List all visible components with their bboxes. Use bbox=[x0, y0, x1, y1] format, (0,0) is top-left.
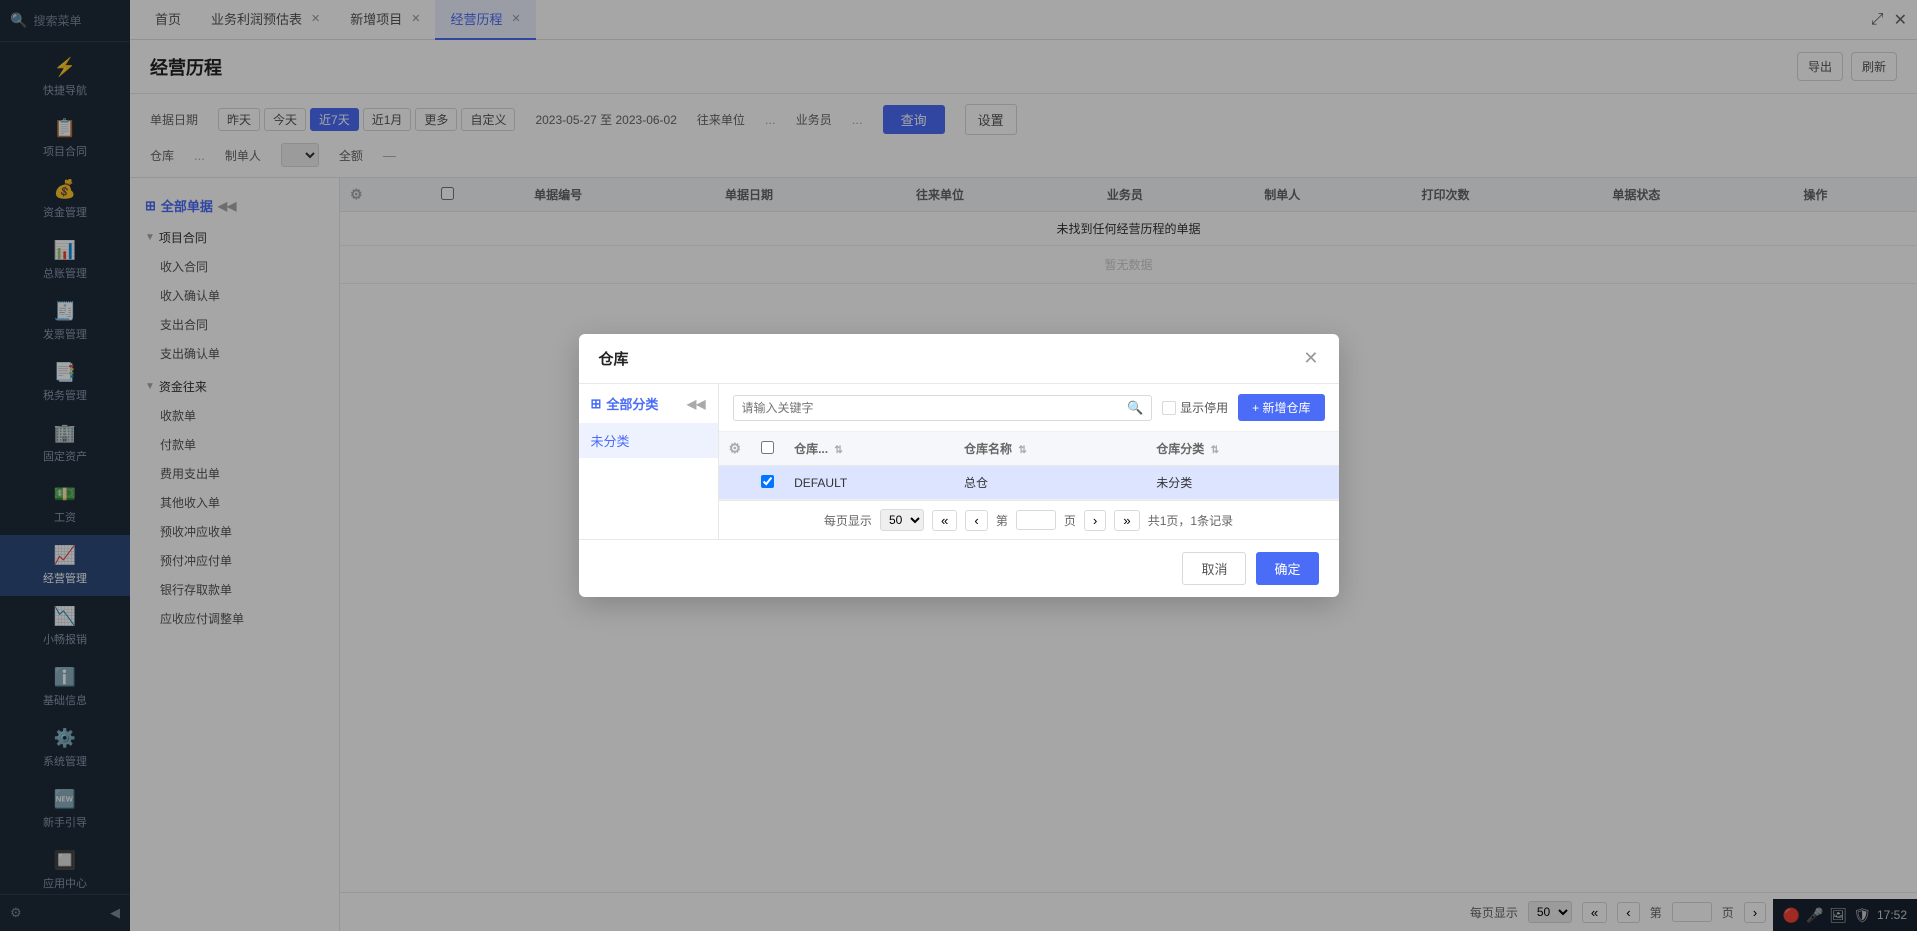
modal-td-gear bbox=[719, 466, 752, 500]
modal-gear-icon[interactable]: ⚙ bbox=[729, 440, 742, 456]
cancel-button[interactable]: 取消 bbox=[1182, 552, 1246, 585]
modal-sidebar: ⊞ 全部分类 ◀◀ 未分类 bbox=[579, 384, 719, 539]
modal-close-button[interactable]: ✕ bbox=[1303, 348, 1318, 369]
modal-td-code: DEFAULT bbox=[784, 466, 954, 500]
modal-table-area: ⚙ 仓库... ⇅ bbox=[719, 432, 1339, 500]
modal-toolbar: 🔍 显示停用 + 新增仓库 bbox=[719, 384, 1339, 432]
modal-sidebar-all-icon: ⊞ bbox=[591, 396, 602, 412]
search-box: 🔍 bbox=[733, 395, 1153, 421]
modal-table: ⚙ 仓库... ⇅ bbox=[719, 432, 1339, 500]
modal-sidebar-uncategorized-label: 未分类 bbox=[591, 434, 630, 449]
modal-body: ⊞ 全部分类 ◀◀ 未分类 🔍 bbox=[579, 384, 1339, 539]
modal-th-category-label: 仓库分类 bbox=[1156, 442, 1204, 456]
modal-row-checkbox[interactable] bbox=[761, 475, 774, 488]
modal-header: 仓库 ✕ bbox=[579, 334, 1339, 384]
modal-th-name-label: 仓库名称 bbox=[964, 442, 1012, 456]
modal-prev-page-btn[interactable]: ‹ bbox=[965, 510, 987, 531]
modal-th-gear: ⚙ bbox=[719, 432, 752, 466]
modal-select-all-checkbox[interactable] bbox=[761, 441, 774, 454]
confirm-button[interactable]: 确定 bbox=[1256, 552, 1318, 585]
modal-content: 🔍 显示停用 + 新增仓库 bbox=[719, 384, 1339, 539]
modal-title: 仓库 bbox=[599, 348, 629, 369]
modal-td-category: 未分类 bbox=[1146, 466, 1338, 500]
modal-sidebar-all-label: 全部分类 bbox=[606, 394, 658, 413]
modal-page-input[interactable]: 1 bbox=[1016, 510, 1056, 530]
modal-sidebar-item-uncategorized[interactable]: 未分类 bbox=[579, 423, 718, 458]
modal-page-size-select[interactable]: 50 bbox=[880, 509, 924, 531]
modal-sidebar-collapse-icon[interactable]: ◀◀ bbox=[687, 397, 705, 411]
modal-footer: 取消 确定 bbox=[579, 539, 1339, 597]
modal-table-header: ⚙ 仓库... ⇅ bbox=[719, 432, 1339, 466]
modal-td-name: 总仓 bbox=[954, 466, 1146, 500]
show-disabled-label: 显示停用 bbox=[1180, 399, 1228, 416]
modal-th-code-label: 仓库... bbox=[794, 442, 828, 456]
search-input[interactable] bbox=[742, 401, 1121, 415]
add-warehouse-button[interactable]: + 新增仓库 bbox=[1238, 394, 1324, 421]
modal-total-text: 共1页，1条记录 bbox=[1148, 512, 1233, 529]
modal-table-row[interactable]: DEFAULT 总仓 未分类 bbox=[719, 466, 1339, 500]
sort-arrows-category[interactable]: ⇅ bbox=[1211, 445, 1219, 456]
modal-warehouse: 仓库 ✕ ⊞ 全部分类 ◀◀ 未分类 bbox=[579, 334, 1339, 597]
sort-arrows-name[interactable]: ⇅ bbox=[1018, 445, 1026, 456]
modal-page-size-label: 每页显示 bbox=[824, 512, 872, 529]
modal-last-page-btn[interactable]: » bbox=[1114, 510, 1139, 531]
modal-page-label: 第 bbox=[996, 512, 1008, 529]
modal-th-checkbox bbox=[751, 432, 784, 466]
modal-first-page-btn[interactable]: « bbox=[932, 510, 957, 531]
modal-next-page-btn[interactable]: › bbox=[1084, 510, 1106, 531]
modal-th-category: 仓库分类 ⇅ bbox=[1146, 432, 1338, 466]
modal-td-checkbox bbox=[751, 466, 784, 500]
show-disabled-checkbox-group: 显示停用 bbox=[1162, 399, 1228, 416]
modal-th-code: 仓库... ⇅ bbox=[784, 432, 954, 466]
modal-page-suffix: 页 bbox=[1064, 512, 1076, 529]
modal-sidebar-all[interactable]: ⊞ 全部分类 ◀◀ bbox=[579, 384, 718, 423]
search-icon: 🔍 bbox=[1127, 400, 1143, 416]
modal-overlay: 仓库 ✕ ⊞ 全部分类 ◀◀ 未分类 bbox=[0, 0, 1917, 931]
sort-arrows-code[interactable]: ⇅ bbox=[834, 445, 842, 456]
show-disabled-checkbox[interactable] bbox=[1162, 401, 1176, 415]
modal-table-footer: 每页显示 50 « ‹ 第 1 页 › » 共1页，1条记录 bbox=[719, 500, 1339, 539]
modal-th-name: 仓库名称 ⇅ bbox=[954, 432, 1146, 466]
